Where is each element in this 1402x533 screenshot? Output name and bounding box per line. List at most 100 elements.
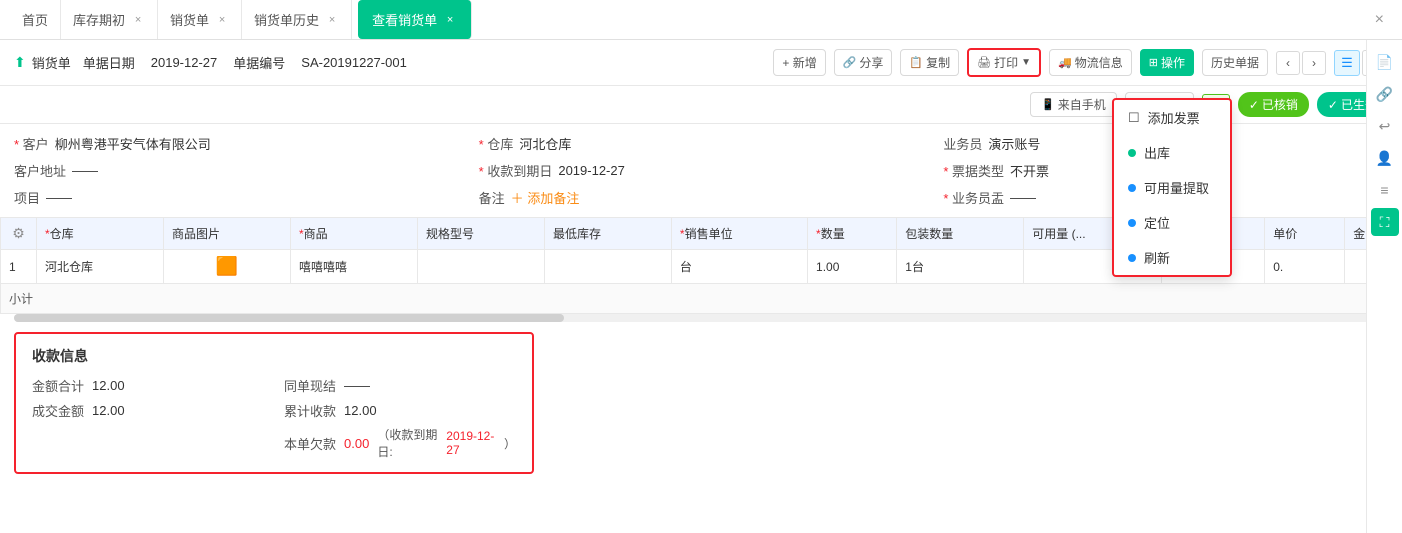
sidebar-doc-icon[interactable]: 📄 [1371,48,1399,76]
logistics-button[interactable]: 🚚 物流信息 [1049,49,1132,76]
row-pack-qty: 1台 [897,250,1024,284]
single-settlement-row: 同单现结 —— [284,376,516,395]
transaction-amount-row: 成交金额 12.00 [32,401,264,420]
due-date-note: （收款到期日: [377,426,438,460]
tab-sales-order-close[interactable]: × [215,13,229,27]
tab-sales-history-close[interactable]: × [325,13,339,27]
copy-button[interactable]: 📋 复制 [900,49,959,76]
tab-bar: 首页 库存期初 × 销货单 × 销货单历史 × 查看销货单 × × [0,0,1402,40]
transaction-amount-label: 成交金额 [32,401,84,420]
refresh-dot [1128,254,1136,262]
number-value: SA-20191227-001 [301,55,407,70]
single-settlement-label: 同单现结 [284,376,336,395]
total-amount-label: 金额合计 [32,376,84,395]
add-note-button[interactable]: ＋ 添加备注 [511,188,580,207]
warehouse-row: 仓库 河北仓库 [479,134,924,153]
operations-dropdown: ☐ 添加发票 出库 可用量提取 定位 刷新 [1112,98,1232,277]
invoice-type-label: 票据类型 [943,161,1004,180]
outbound-item[interactable]: 出库 [1114,135,1230,170]
current-due-row: 本单欠款 0.00 （收款到期日: 2019-12-27） [284,426,516,460]
col-min-stock: 最低库存 [544,218,671,250]
col-price: 单价 [1265,218,1345,250]
row-warehouse: 河北仓库 [37,250,164,284]
total-amount-row: 金额合计 12.00 [32,376,264,395]
employee-label: 业务员 [943,134,982,153]
notes-row: 备注 ＋ 添加备注 [479,188,924,207]
subtotal-label: 小计 [1,284,1402,314]
main-area: ⬆ 销货单 单据日期 2019-12-27 单据编号 SA-20191227-0… [0,40,1402,533]
print-button[interactable]: 🖨 打印 ▼ [967,48,1041,77]
row-image: 🟧 [163,250,290,284]
locate-dot [1128,219,1136,227]
available-extract-dot [1128,184,1136,192]
notes-label: 备注 [479,188,505,207]
date-value: 2019-12-27 [151,55,218,70]
number-label: 单据编号 [233,53,285,72]
next-button[interactable]: › [1302,51,1326,75]
col-pack-qty: 包装数量 [897,218,1024,250]
add-invoice-item[interactable]: ☐ 添加发票 [1114,100,1230,135]
nav-arrows: ‹ › [1276,51,1326,75]
payment-title: 收款信息 [32,346,516,366]
date-label: 单据日期 [83,53,135,72]
add-invoice-icon: ☐ [1128,110,1140,126]
sidebar-link-icon[interactable]: 🔗 [1371,80,1399,108]
col-qty: *数量 [808,218,897,250]
outbound-dot [1128,149,1136,157]
warehouse-value: 河北仓库 [519,134,571,153]
tab-view-sales[interactable]: 查看销货单 × [358,0,472,39]
prev-button[interactable]: ‹ [1276,51,1300,75]
due-date-row: 收款到期日 2019-12-27 [479,161,924,180]
tab-sales-history[interactable]: 销货单历史 × [242,0,352,39]
from-phone-button[interactable]: 📱 来自手机 [1030,92,1117,117]
tab-view-sales-close[interactable]: × [443,13,457,27]
row-no: 1 [1,250,37,284]
sidebar-refresh-icon[interactable]: ↩ [1371,112,1399,140]
due-date-value: 2019-12-27 [558,163,625,178]
available-extract-item[interactable]: 可用量提取 [1114,170,1230,205]
tab-inventory-init[interactable]: 库存期初 × [61,0,158,39]
sidebar-user-icon[interactable]: 👤 [1371,144,1399,172]
row-spec [417,250,544,284]
new-button[interactable]: + 新增 [773,49,825,76]
total-amount-value: 12.00 [92,378,125,393]
operations-button[interactable]: ⊞ 操作 [1140,49,1194,76]
payment-grid: 金额合计 12.00 成交金额 12.00 同单现结 —— 累计收款 [32,376,516,460]
cumulative-payment-value: 12.00 [344,403,377,418]
transaction-amount-value: 12.00 [92,403,125,418]
toolbar: + 新增 🔗 分享 📋 复制 🖨 打印 ▼ 🚚 物流信息 [773,48,1388,77]
doc-icon: ⬆ [14,54,26,71]
col-settings: ⚙ [1,218,37,250]
tab-sales-order[interactable]: 销货单 × [158,0,242,39]
tab-home[interactable]: 首页 [10,0,61,39]
address-label: 客户地址 [14,161,66,180]
row-min-stock [544,250,671,284]
cancelled-button[interactable]: ✓ 已核销 [1238,92,1309,117]
refresh-item[interactable]: 刷新 [1114,240,1230,275]
cumulative-payment-label: 累计收款 [284,401,336,420]
doc-title-text: 销货单 [32,53,71,72]
col-sales-unit: *销售单位 [671,218,807,250]
payment-info-box: 收款信息 金额合计 12.00 成交金额 12.00 同单现结 —— [14,332,534,474]
warehouse-label: 仓库 [479,134,514,153]
settings-icon[interactable]: ⚙ [12,225,25,241]
doc-header: ⬆ 销货单 单据日期 2019-12-27 单据编号 SA-20191227-0… [0,40,1402,86]
history-button[interactable]: 历史单据 [1202,49,1268,76]
global-close-button[interactable]: × [1367,11,1392,29]
sidebar-expand-icon[interactable]: ⛶ [1371,208,1399,236]
current-due-value: 0.00 [344,436,369,451]
customer-row: 客户 柳州粤港平安气体有限公司 [14,134,459,153]
single-settlement-value: —— [344,378,370,393]
locate-item[interactable]: 定位 [1114,205,1230,240]
invoice-type-value: 不开票 [1010,161,1049,180]
list-view-icon[interactable]: ☰ [1334,50,1360,76]
col-image: 商品图片 [163,218,290,250]
tab-inventory-init-close[interactable]: × [131,13,145,27]
row-sales-unit: 台 [671,250,807,284]
right-sidebar: 📄 🔗 ↩ 👤 ≡ ⛶ [1366,40,1402,533]
current-due-label: 本单欠款 [284,434,336,453]
project-value: —— [46,190,72,205]
sidebar-list-icon[interactable]: ≡ [1371,176,1399,204]
share-button[interactable]: 🔗 分享 [834,49,893,76]
sales-employee-label: 业务员盂 [943,188,1004,207]
